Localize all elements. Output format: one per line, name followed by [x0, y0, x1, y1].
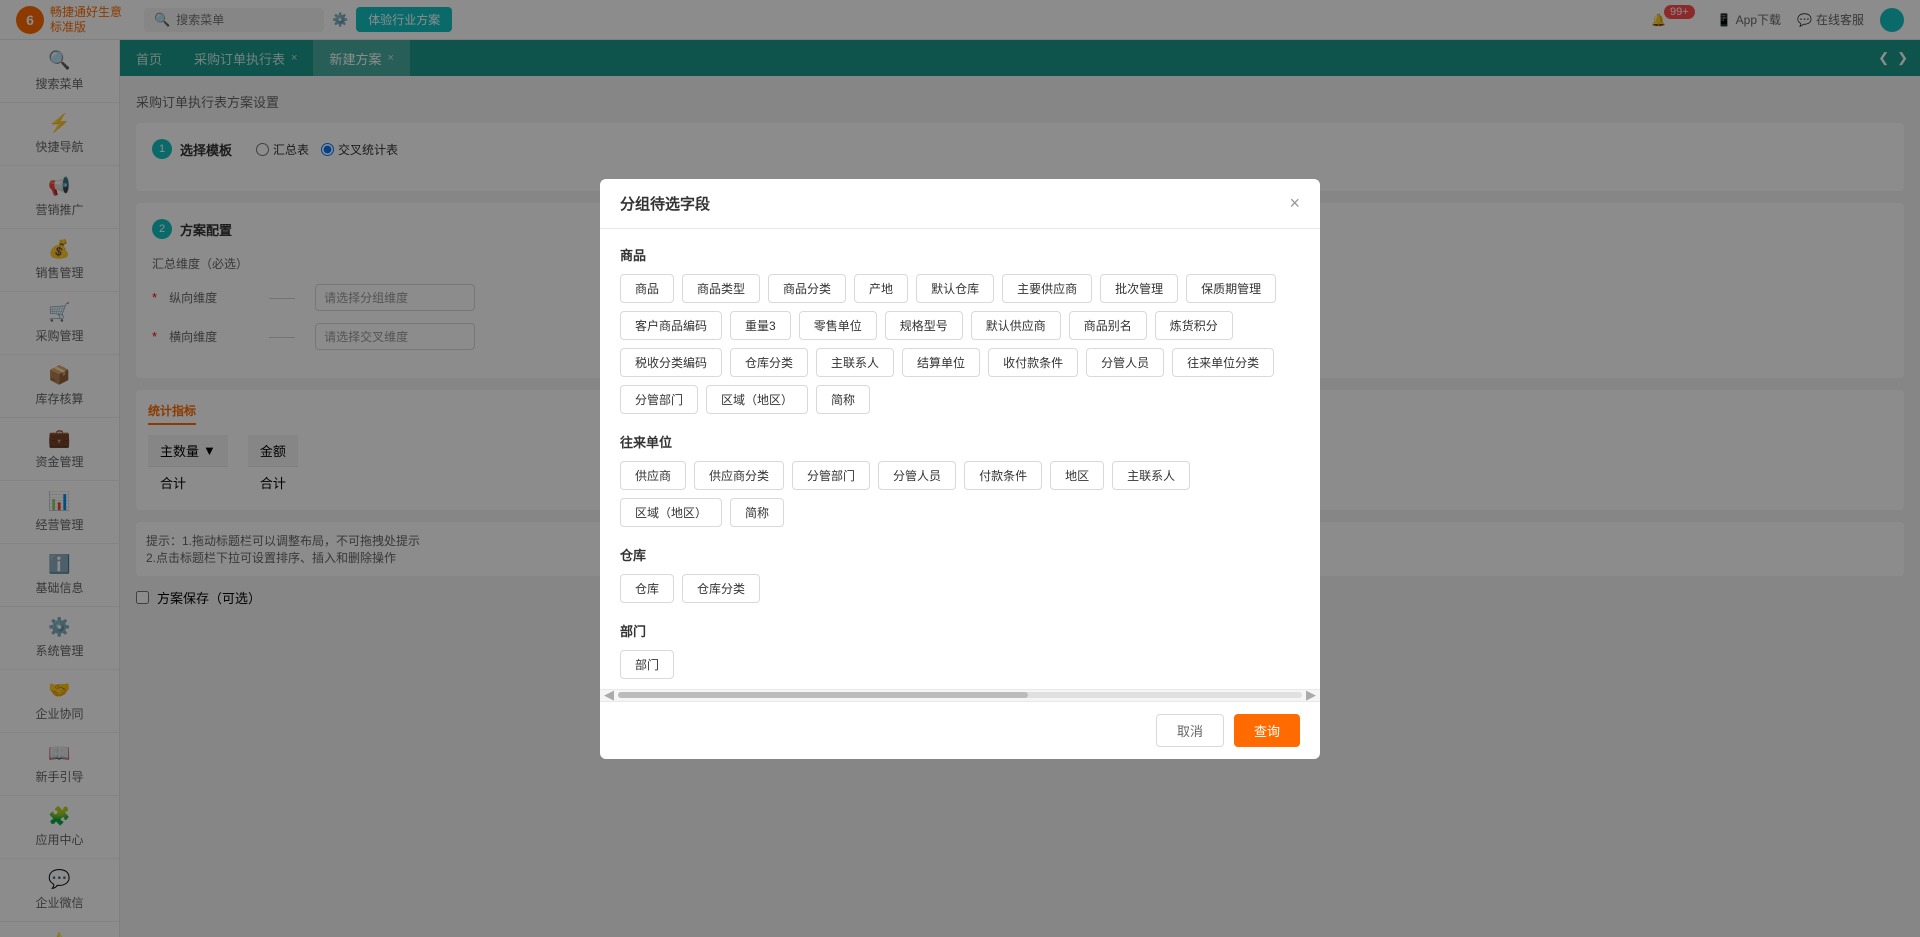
modal-title: 分组待选字段: [620, 193, 710, 214]
modal-overlay: 分组待选字段 × 商品 商品 商品类型 商品分类 产地 默认仓库 主要供应商 批…: [0, 0, 1920, 937]
field-group-department-title: 部门: [620, 621, 1300, 640]
field-tag-warehouse-category[interactable]: 仓库分类: [730, 348, 808, 377]
field-tag-weight3[interactable]: 重量3: [730, 311, 791, 340]
field-tag-dept[interactable]: 分管部门: [620, 385, 698, 414]
field-tag-department[interactable]: 部门: [620, 650, 674, 679]
modal-close-button[interactable]: ×: [1289, 194, 1300, 212]
field-tag-main-supplier[interactable]: 主要供应商: [1002, 274, 1092, 303]
field-group-counterpart-title: 往来单位: [620, 432, 1300, 451]
field-tag-origin[interactable]: 产地: [854, 274, 908, 303]
field-tag-cp-region[interactable]: 区域（地区）: [620, 498, 722, 527]
field-tag-customer-code[interactable]: 客户商品编码: [620, 311, 722, 340]
counterpart-fields: 供应商 供应商分类 分管部门 分管人员 付款条件 地区 主联系人 区域（地区） …: [620, 461, 1300, 527]
field-tag-wh-category[interactable]: 仓库分类: [682, 574, 760, 603]
field-tag-cp-dept[interactable]: 分管部门: [792, 461, 870, 490]
warehouse-fields: 仓库 仓库分类: [620, 574, 1300, 603]
field-tag-manager[interactable]: 分管人员: [1086, 348, 1164, 377]
modal-body: 商品 商品 商品类型 商品分类 产地 默认仓库 主要供应商 批次管理 保质期管理…: [600, 229, 1320, 689]
field-selection-modal: 分组待选字段 × 商品 商品 商品类型 商品分类 产地 默认仓库 主要供应商 批…: [600, 179, 1320, 759]
confirm-button[interactable]: 查询: [1234, 714, 1300, 747]
field-tag-cp-main-contact[interactable]: 主联系人: [1112, 461, 1190, 490]
field-tag-cp-manager[interactable]: 分管人员: [878, 461, 956, 490]
field-tag-payment-cond[interactable]: 付款条件: [964, 461, 1042, 490]
field-tag-abbr[interactable]: 简称: [816, 385, 870, 414]
field-group-department: 部门 部门: [620, 621, 1300, 679]
field-group-counterpart: 往来单位 供应商 供应商分类 分管部门 分管人员 付款条件 地区 主联系人 区域…: [620, 432, 1300, 527]
modal-footer: 取消 查询: [600, 701, 1320, 759]
field-group-goods: 商品 商品 商品类型 商品分类 产地 默认仓库 主要供应商 批次管理 保质期管理…: [620, 245, 1300, 414]
field-tag-expiry-mgmt[interactable]: 保质期管理: [1186, 274, 1276, 303]
cancel-button[interactable]: 取消: [1156, 714, 1224, 747]
field-tag-counterpart-category[interactable]: 往来单位分类: [1172, 348, 1274, 377]
field-group-goods-title: 商品: [620, 245, 1300, 264]
field-tag-default-warehouse[interactable]: 默认仓库: [916, 274, 994, 303]
field-group-warehouse: 仓库 仓库 仓库分类: [620, 545, 1300, 603]
field-tag-product-alias[interactable]: 商品别名: [1069, 311, 1147, 340]
modal-hscroll[interactable]: ◀ ▶: [600, 689, 1320, 701]
field-tag-spec-model[interactable]: 规格型号: [885, 311, 963, 340]
field-tag-product-category[interactable]: 商品分类: [768, 274, 846, 303]
field-tag-warehouse[interactable]: 仓库: [620, 574, 674, 603]
field-tag-main-contact[interactable]: 主联系人: [816, 348, 894, 377]
field-tag-retail-unit[interactable]: 零售单位: [799, 311, 877, 340]
field-tag-cp-abbr[interactable]: 简称: [730, 498, 784, 527]
field-tag-points[interactable]: 炼货积分: [1155, 311, 1233, 340]
department-fields: 部门: [620, 650, 1300, 679]
field-tag-product-type[interactable]: 商品类型: [682, 274, 760, 303]
goods-fields: 商品 商品类型 商品分类 产地 默认仓库 主要供应商 批次管理 保质期管理 客户…: [620, 274, 1300, 414]
hscroll-thumb[interactable]: [618, 692, 1028, 698]
field-tag-supplier-category[interactable]: 供应商分类: [694, 461, 784, 490]
field-tag-region[interactable]: 区域（地区）: [706, 385, 808, 414]
field-tag-supplier[interactable]: 供应商: [620, 461, 686, 490]
field-tag-default-supplier[interactable]: 默认供应商: [971, 311, 1061, 340]
field-tag-payment-terms[interactable]: 收付款条件: [988, 348, 1078, 377]
field-group-warehouse-title: 仓库: [620, 545, 1300, 564]
field-tag-tax-code[interactable]: 税收分类编码: [620, 348, 722, 377]
field-tag-area[interactable]: 地区: [1050, 461, 1104, 490]
field-tag-product[interactable]: 商品: [620, 274, 674, 303]
field-tag-settlement-unit[interactable]: 结算单位: [902, 348, 980, 377]
modal-header: 分组待选字段 ×: [600, 179, 1320, 229]
hscroll-track: [618, 692, 1302, 698]
field-tag-batch-mgmt[interactable]: 批次管理: [1100, 274, 1178, 303]
